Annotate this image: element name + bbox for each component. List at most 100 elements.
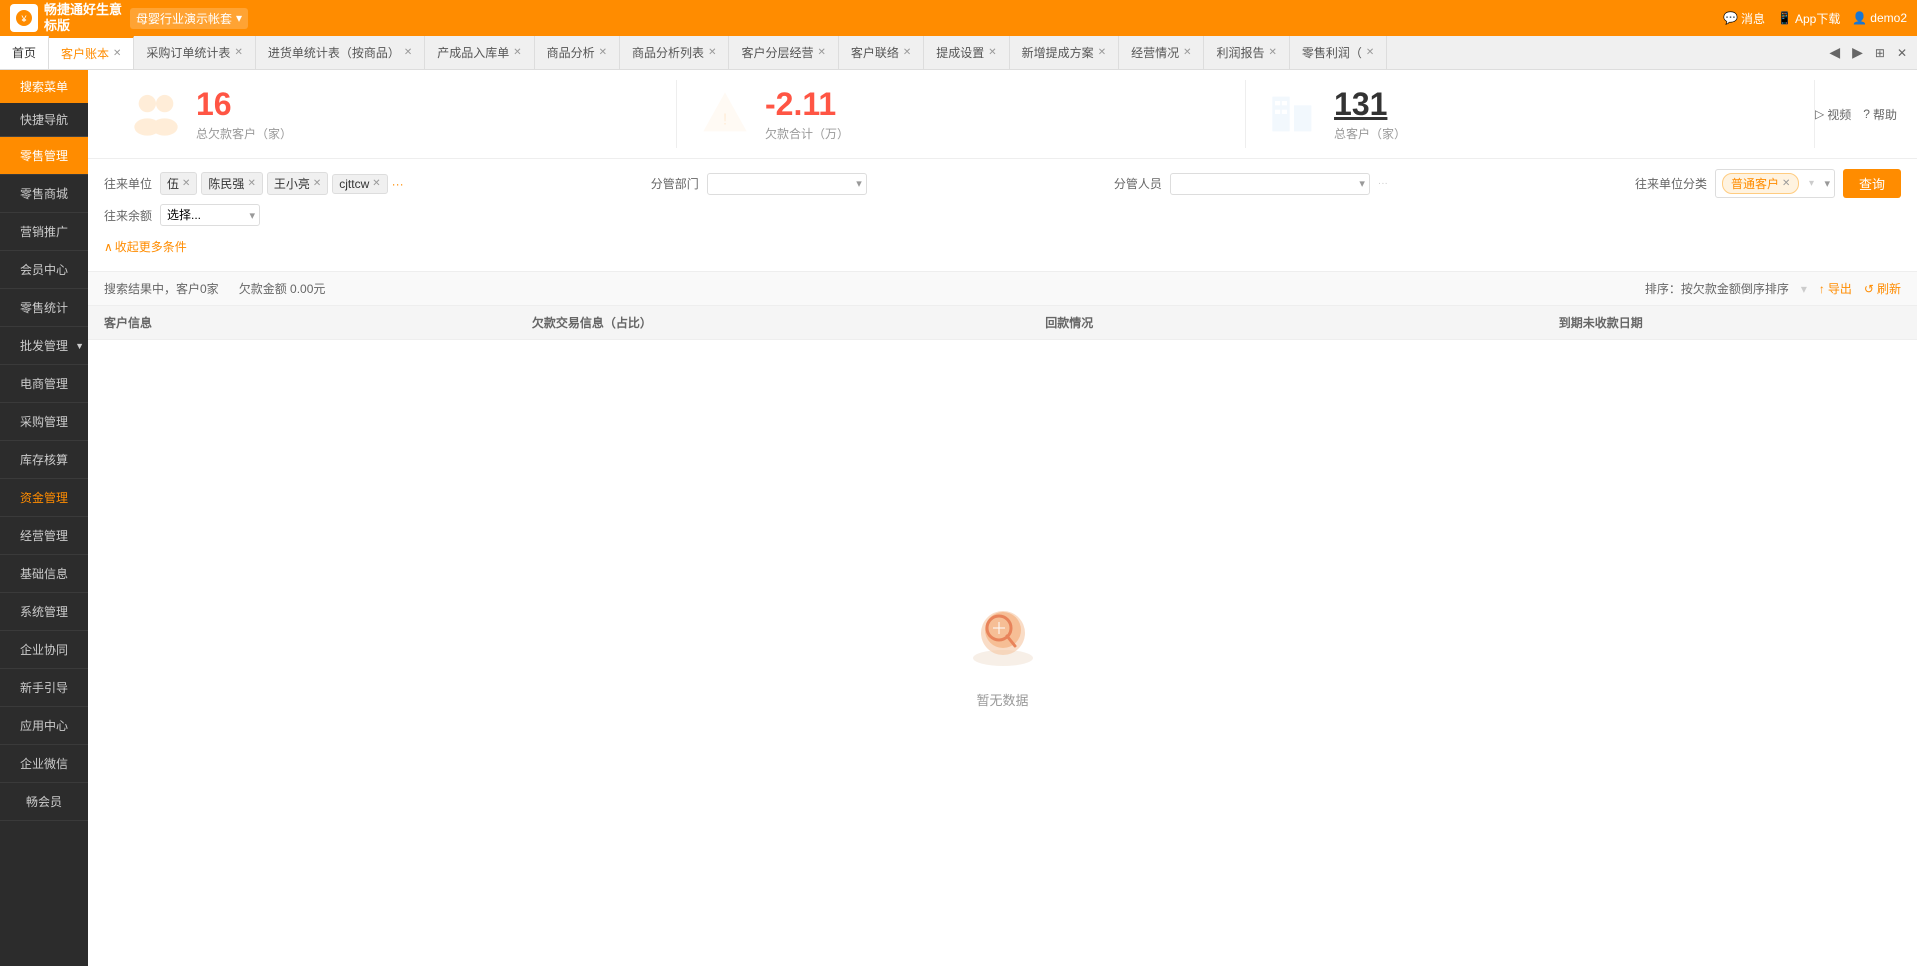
- close-tab-retail-profit[interactable]: ✕: [1366, 47, 1374, 58]
- tab-commission[interactable]: 提成设置 ✕: [924, 36, 1009, 70]
- close-tab-customer-contact[interactable]: ✕: [903, 47, 911, 58]
- sidebar-quick-nav[interactable]: 快捷导航: [0, 103, 88, 137]
- debt-icon: !: [697, 86, 753, 142]
- logo-text: 畅捷通好生意 标版: [44, 2, 122, 33]
- tab-finished[interactable]: 产成品入库单 ✕: [425, 36, 534, 70]
- sidebar-item-enterprise[interactable]: 企业协同: [0, 631, 88, 669]
- sidebar-item-purchase[interactable]: 采购管理: [0, 403, 88, 441]
- summary-label-customers: 总欠款客户（家）: [196, 125, 292, 142]
- summary-label-debt: 欠款合计（万）: [765, 125, 849, 142]
- unit-type-select-wrapper: 普通客户 ✕ ▾: [1715, 169, 1835, 198]
- result-actions: 排序：按欠款金额倒序排序 ▾ ↑ 导出 ↺ 刷新: [1645, 280, 1901, 297]
- sidebar-item-inventory[interactable]: 库存核算: [0, 441, 88, 479]
- sidebar-item-retail-stats[interactable]: 零售统计: [0, 289, 88, 327]
- tab-inbound[interactable]: 进货单统计表（按商品） ✕: [256, 36, 425, 70]
- close-tab-commission[interactable]: ✕: [988, 47, 996, 58]
- sidebar-item-member[interactable]: 会员中心: [0, 251, 88, 289]
- tab-home[interactable]: 首页: [0, 36, 49, 70]
- close-tab-goods[interactable]: ✕: [599, 47, 607, 58]
- refresh-button[interactable]: ↺ 刷新: [1864, 280, 1901, 297]
- remove-tag-chen[interactable]: ✕: [247, 178, 255, 189]
- nav-expand-icon[interactable]: ⊞: [1871, 44, 1889, 62]
- nav-next-arrow[interactable]: ▶: [1848, 42, 1867, 63]
- balance-label: 往来余额: [104, 207, 152, 224]
- summary-text-customers: 16 总欠款客户（家）: [196, 86, 292, 142]
- unit-type-arrow: ▾: [1809, 178, 1814, 189]
- remove-tag-wu[interactable]: ✕: [182, 178, 190, 189]
- tab-accounts[interactable]: 客户账本 ✕: [49, 36, 134, 70]
- collapse-row: ∧ 收起更多条件: [104, 232, 1901, 261]
- query-button[interactable]: 查询: [1843, 169, 1901, 198]
- tab-goods-list[interactable]: 商品分析列表 ✕: [620, 36, 729, 70]
- app-download-button[interactable]: 📱 App下载: [1777, 10, 1840, 27]
- close-tab-customer-tier[interactable]: ✕: [817, 47, 825, 58]
- sidebar-item-marketing[interactable]: 营销推广: [0, 213, 88, 251]
- sort-arrow-icon: ▾: [1801, 282, 1807, 296]
- summary-bar-actions: ▷ 视频 ? 帮助: [1815, 106, 1897, 123]
- user-avatar[interactable]: 👤 demo2: [1852, 11, 1907, 25]
- sidebar-item-app-center[interactable]: 应用中心: [0, 707, 88, 745]
- nav-close-all-icon[interactable]: ✕: [1893, 44, 1911, 62]
- sidebar-item-operation[interactable]: 经营管理: [0, 517, 88, 555]
- filter-area: 往来单位 伍 ✕ 陈民强 ✕ 王小亮 ✕ cjttcw: [88, 159, 1917, 272]
- nav-tabs-controls: ◀ ▶ ⊞ ✕: [1825, 42, 1917, 63]
- remove-unit-type[interactable]: ✕: [1782, 178, 1790, 189]
- summary-label-total: 总客户（家）: [1334, 125, 1406, 142]
- person-select[interactable]: [1170, 173, 1370, 195]
- sidebar-search[interactable]: 搜索菜单: [0, 70, 88, 103]
- close-tab-purchase[interactable]: ✕: [234, 47, 242, 58]
- sidebar-item-guide[interactable]: 新手引导: [0, 669, 88, 707]
- sidebar-item-finance[interactable]: 资金管理: [0, 479, 88, 517]
- sidebar-item-chang-member[interactable]: 畅会员: [0, 783, 88, 821]
- tag-wu[interactable]: 伍 ✕: [160, 172, 197, 195]
- tab-customer-tier[interactable]: 客户分层经营 ✕: [729, 36, 838, 70]
- tag-cjttcw[interactable]: cjttcw ✕: [332, 174, 387, 194]
- remove-tag-cjttcw[interactable]: ✕: [372, 178, 380, 189]
- unit-label: 往来单位: [104, 175, 152, 192]
- person-expand[interactable]: ···: [1378, 178, 1388, 189]
- export-button[interactable]: ↑ 导出: [1819, 280, 1852, 297]
- sidebar-item-wholesale[interactable]: 批发管理: [0, 327, 88, 365]
- close-tab-inbound[interactable]: ✕: [404, 47, 412, 58]
- tab-goods[interactable]: 商品分析 ✕: [535, 36, 620, 70]
- summary-text-debt: -2.11 欠款合计（万）: [765, 86, 849, 142]
- export-icon: ↑: [1819, 282, 1825, 296]
- tag-wang[interactable]: 王小亮 ✕: [267, 172, 328, 195]
- balance-select[interactable]: 选择...: [160, 204, 260, 226]
- tag-chen[interactable]: 陈民强 ✕: [201, 172, 262, 195]
- message-button[interactable]: 💬 消息: [1723, 10, 1765, 27]
- tab-purchase[interactable]: 采购订单统计表 ✕: [134, 36, 255, 70]
- tab-add-commission[interactable]: 新增提成方案 ✕: [1010, 36, 1119, 70]
- search-result-text: 搜索结果中，客户0家 欠款金额 0.00元: [104, 280, 325, 297]
- close-tab-add-commission[interactable]: ✕: [1098, 47, 1106, 58]
- sidebar-item-basic[interactable]: 基础信息: [0, 555, 88, 593]
- sidebar-item-corp-wechat[interactable]: 企业微信: [0, 745, 88, 783]
- tab-customer-contact[interactable]: 客户联络 ✕: [839, 36, 924, 70]
- nav-prev-arrow[interactable]: ◀: [1825, 42, 1844, 63]
- unit-type-display[interactable]: 普通客户 ✕ ▾: [1715, 169, 1835, 198]
- brand-selector[interactable]: 母婴行业演示帐套 ▾: [130, 8, 248, 29]
- collapse-icon: ∧: [104, 240, 113, 254]
- more-tags[interactable]: ···: [392, 177, 404, 191]
- sidebar-item-system[interactable]: 系统管理: [0, 593, 88, 631]
- person-select-wrapper: [1170, 173, 1370, 195]
- remove-tag-wang[interactable]: ✕: [313, 178, 321, 189]
- summary-card-debt: ! -2.11 欠款合计（万）: [677, 80, 1246, 148]
- dept-select[interactable]: [707, 173, 867, 195]
- collapse-button[interactable]: ∧ 收起更多条件: [104, 234, 1901, 259]
- close-tab-accounts[interactable]: ✕: [113, 48, 121, 59]
- close-tab-goods-list[interactable]: ✕: [708, 47, 716, 58]
- tab-profit[interactable]: 利润报告 ✕: [1204, 36, 1289, 70]
- sidebar-item-retail-mall[interactable]: 零售商城: [0, 175, 88, 213]
- close-tab-business[interactable]: ✕: [1183, 47, 1191, 58]
- tab-business[interactable]: 经营情况 ✕: [1119, 36, 1204, 70]
- help-button[interactable]: ? 帮助: [1863, 106, 1897, 123]
- sidebar-item-ecommerce[interactable]: 电商管理: [0, 365, 88, 403]
- close-tab-profit[interactable]: ✕: [1269, 47, 1277, 58]
- video-button[interactable]: ▷ 视频: [1815, 106, 1851, 123]
- sidebar: 搜索菜单 快捷导航 零售管理 零售商城 营销推广 会员中心 零售统计 批发管理 …: [0, 70, 88, 966]
- close-tab-finished[interactable]: ✕: [513, 47, 521, 58]
- sidebar-item-retail[interactable]: 零售管理: [0, 137, 88, 175]
- tab-retail-profit[interactable]: 零售利润（ ✕: [1290, 36, 1387, 70]
- unit-tags: 伍 ✕ 陈民强 ✕ 王小亮 ✕ cjttcw ✕ ···: [160, 172, 404, 195]
